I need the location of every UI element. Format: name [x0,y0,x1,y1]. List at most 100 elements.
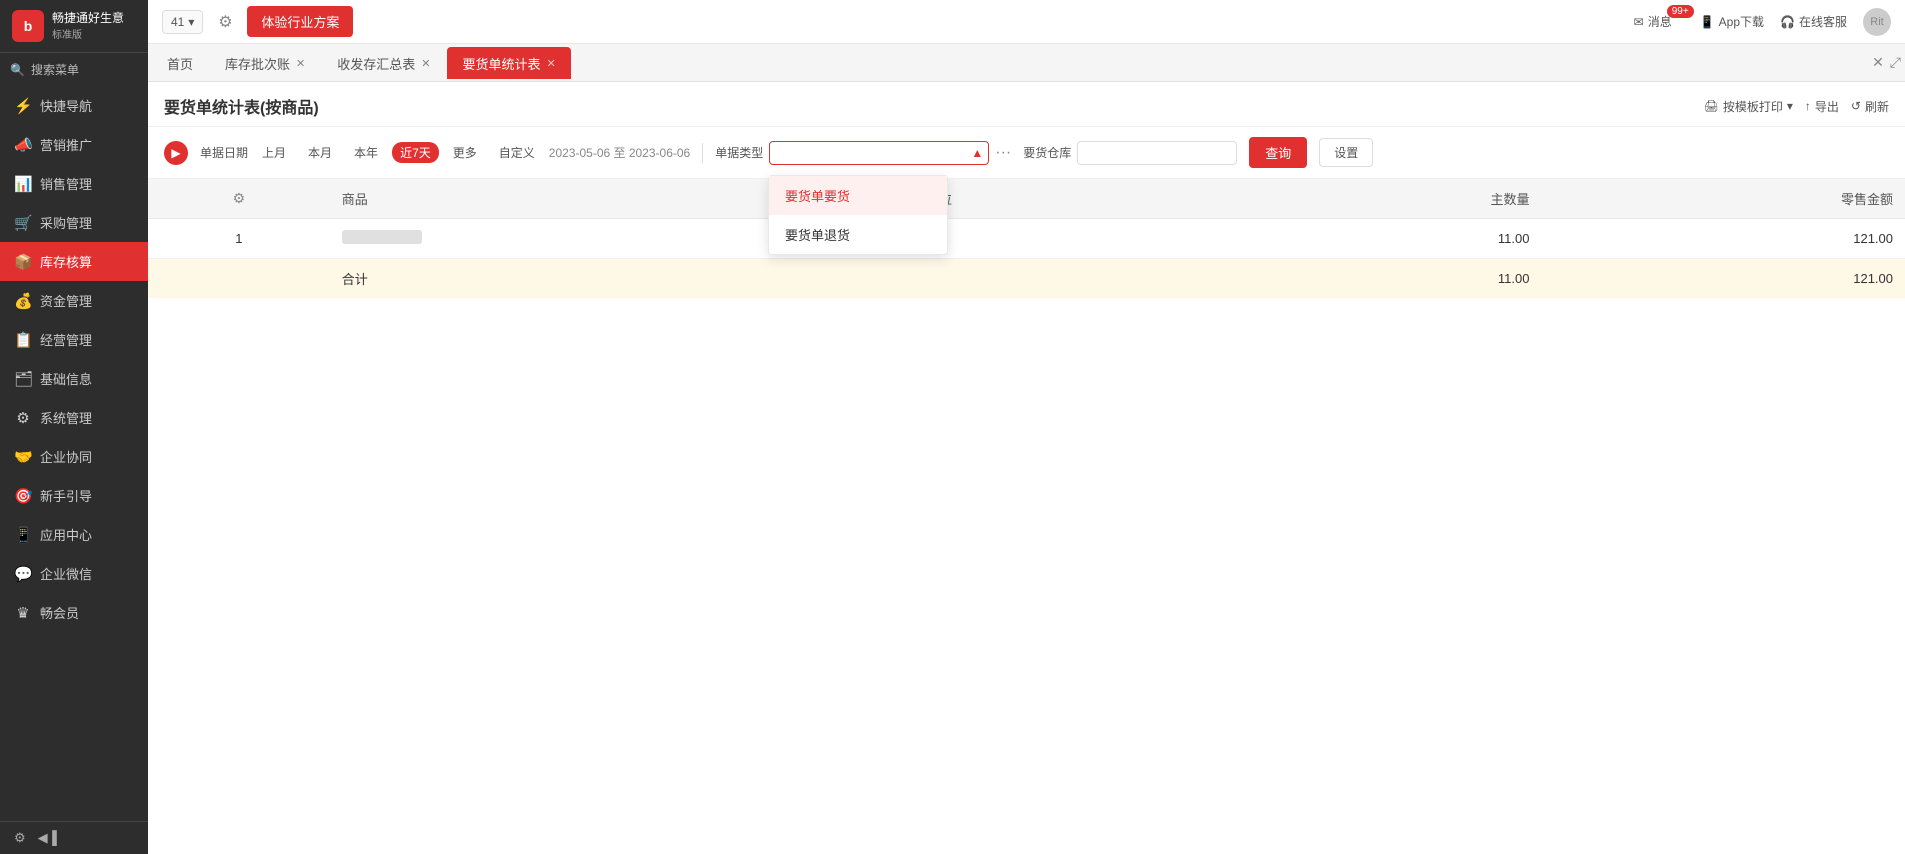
marketing-icon: 📣 [14,136,32,154]
tab-order-summary[interactable]: 要货单统计表 ✕ [447,47,570,79]
sidebar-item-purchase[interactable]: 🛒 采购管理 [0,203,148,242]
recent-7-button[interactable]: 近7天 [392,142,439,163]
main-area: 41 ▾ ⚙ 体验行业方案 ✉ 消息 99+ 📱 App下载 🎧 在线客服 [148,0,1905,854]
sidebar-item-label: 采购管理 [40,213,92,232]
finance-icon: 💰 [14,292,32,310]
sidebar-item-quick-nav[interactable]: ⚡ 快捷导航 [0,86,148,125]
tab-home[interactable]: 首页 [152,47,208,79]
customer-service-label: 在线客服 [1799,13,1847,30]
avatar-image: Rit [1863,8,1891,36]
customer-service-button[interactable]: 🎧 在线客服 [1780,13,1847,30]
sidebar-item-label: 企业微信 [40,564,92,583]
search-icon: 🔍 [10,63,25,77]
refresh-button[interactable]: ↺ 刷新 [1851,98,1889,115]
filter-bar: ▶ 单据日期 上月 本月 本年 近7天 更多 自定义 2023-05-06 至 … [148,127,1905,179]
search-label: 搜索菜单 [31,61,79,78]
print-button[interactable]: 🖨 按模板打印 ▾ [1704,98,1793,115]
sidebar-item-enterprise[interactable]: 🤝 企业协同 [0,437,148,476]
user-avatar[interactable]: Rit [1863,8,1891,36]
tab-close-all-button[interactable]: ✕ [1872,54,1884,71]
quick-nav-icon: ⚡ [14,97,32,115]
tabbar-right: ✕ ⤢ [1872,54,1901,71]
topbar-settings-button[interactable]: ⚙ [211,8,239,36]
page-content: 要货单统计表(按商品) 🖨 按模板打印 ▾ ↑ 导出 ↺ 刷新 ▶ [148,82,1905,854]
this-year-button[interactable]: 本年 [346,142,386,163]
date-label: 单据日期 [200,144,248,161]
store-name: 41 [171,15,184,29]
table-settings-icon[interactable]: ⚙ [233,190,246,206]
warehouse-input[interactable] [1077,141,1237,165]
app-download-label: App下载 [1719,13,1764,30]
this-month-button[interactable]: 本月 [300,142,340,163]
export-icon: ↑ [1805,99,1811,113]
app-name: 畅捷通好生意 [52,11,124,27]
headset-icon: 🎧 [1780,15,1795,29]
tab-inventory-batch[interactable]: 库存批次账 ✕ [210,47,320,79]
app-download-button[interactable]: 📱 App下载 [1700,13,1764,30]
filter-expand-button[interactable]: ▶ [164,141,188,165]
tab-order-summary-close[interactable]: ✕ [547,57,556,70]
tab-inventory-batch-close[interactable]: ✕ [296,57,305,70]
sidebar-item-label: 系统管理 [40,408,92,427]
tab-expand-button[interactable]: ⤢ [1890,54,1901,71]
sidebar-item-finance[interactable]: 💰 资金管理 [0,281,148,320]
sidebar-item-inventory[interactable]: 📦 库存核算 [0,242,148,281]
print-icon: 🖨 [1704,99,1719,113]
export-button[interactable]: ↑ 导出 [1805,98,1839,115]
tab-collect-summary-close[interactable]: ✕ [421,57,430,70]
query-button[interactable]: 查询 [1249,137,1307,168]
export-label: 导出 [1815,98,1839,115]
order-type-dropdown: 要货单要货 要货单退货 [768,175,948,255]
sidebar-item-label: 基础信息 [40,369,92,388]
guide-icon: 🎯 [14,487,32,505]
sidebar-item-marketing[interactable]: 📣 营销推广 [0,125,148,164]
order-type-input[interactable] [769,141,989,165]
trial-button[interactable]: 体验行业方案 [247,6,353,37]
topbar-left: 41 ▾ ⚙ 体验行业方案 [162,6,1622,37]
sidebar-item-wechat[interactable]: 💬 企业微信 [0,554,148,593]
setup-button[interactable]: 设置 [1319,138,1373,167]
chevron-down-icon: ▾ [188,15,194,29]
row-num: 1 [148,219,330,259]
last-month-button[interactable]: 上月 [254,142,294,163]
inventory-icon: 📦 [14,253,32,271]
more-date-button[interactable]: 更多 [445,142,485,163]
sidebar-item-basic[interactable]: 🗂 基础信息 [0,359,148,398]
filter-more-button[interactable]: ··· [995,144,1011,162]
sidebar-item-label: 销售管理 [40,174,92,193]
sidebar-item-vip[interactable]: ♛ 畅会员 [0,593,148,632]
messages-button[interactable]: ✉ 消息 99+ [1634,13,1684,30]
topbar: 41 ▾ ⚙ 体验行业方案 ✉ 消息 99+ 📱 App下载 🎧 在线客服 [148,0,1905,44]
sidebar-item-sales[interactable]: 📊 销售管理 [0,164,148,203]
custom-date-button[interactable]: 自定义 [491,142,543,163]
sidebar-item-system[interactable]: ⚙ 系统管理 [0,398,148,437]
dropdown-item-order-return[interactable]: 要货单退货 [769,215,947,254]
sidebar-item-guide[interactable]: 🎯 新手引导 [0,476,148,515]
order-type-filter-group: 单据类型 ▲ ··· [715,141,1011,165]
message-icon: ✉ [1634,15,1644,29]
tabbar: 首页 库存批次账 ✕ 收发存汇总表 ✕ 要货单统计表 ✕ ✕ ⤢ [148,44,1905,82]
sidebar-collapse-button[interactable]: ◀▐ [38,830,57,846]
column-header-amount: 零售金额 [1541,179,1905,219]
sidebar-item-label: 畅会员 [40,603,79,622]
sidebar-item-label: 企业协同 [40,447,92,466]
search-menu[interactable]: 🔍 搜索菜单 [0,53,148,86]
column-header-qty: 主数量 [1178,179,1542,219]
table-row: 1 块 11.00 121.00 [148,219,1905,259]
sidebar-logo: b 畅捷通好生意 标准版 [0,0,148,53]
sidebar-item-label: 经营管理 [40,330,92,349]
order-type-chevron-icon[interactable]: ▲ [971,146,983,160]
sidebar-settings-button[interactable]: ⚙ [14,830,26,846]
page-header: 要货单统计表(按商品) 🖨 按模板打印 ▾ ↑ 导出 ↺ 刷新 [148,82,1905,127]
warehouse-label: 要货仓库 [1023,144,1071,161]
sidebar-item-appstore[interactable]: 📱 应用中心 [0,515,148,554]
tab-collect-summary[interactable]: 收发存汇总表 ✕ [322,47,445,79]
dropdown-item-order-goods[interactable]: 要货单要货 [769,176,947,215]
operations-icon: 📋 [14,331,32,349]
tab-order-summary-label: 要货单统计表 [462,54,540,73]
row-amount: 121.00 [1541,219,1905,259]
store-selector[interactable]: 41 ▾ [162,10,203,34]
sidebar-item-label: 应用中心 [40,525,92,544]
footer-label: 合计 [330,259,875,299]
sidebar-item-operations[interactable]: 📋 经营管理 [0,320,148,359]
